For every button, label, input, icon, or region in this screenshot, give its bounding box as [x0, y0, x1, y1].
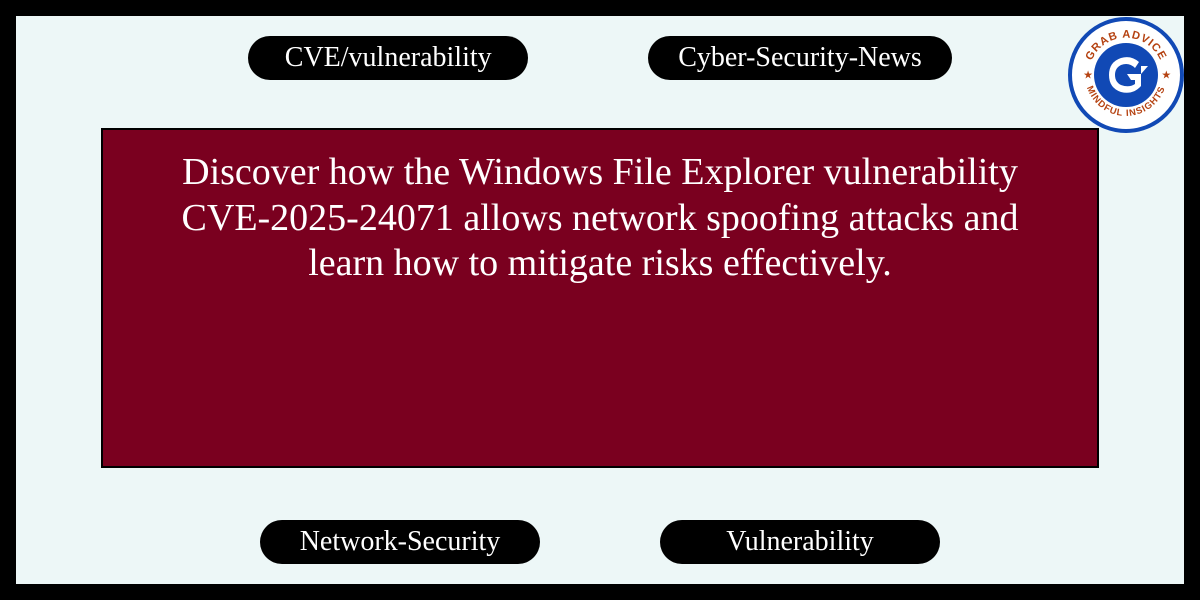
star-left-icon: ★: [1083, 70, 1093, 82]
tag-vulnerability[interactable]: Vulnerability: [660, 520, 940, 564]
logo-letter-icon: [1101, 50, 1151, 100]
tag-network-security[interactable]: Network-Security: [260, 520, 540, 564]
content-panel: Discover how the Windows File Explorer v…: [101, 128, 1099, 468]
tag-cve-vulnerability[interactable]: CVE/vulnerability: [248, 36, 528, 80]
logo-outer-ring: GRAB ADVICE MINDFUL INSIGHTS ★ ★: [1068, 17, 1184, 133]
bottom-tag-row: Network-Security Vulnerability: [16, 520, 1184, 564]
logo-inner-circle: [1094, 43, 1158, 107]
main-description: Discover how the Windows File Explorer v…: [143, 150, 1057, 287]
top-tag-row: CVE/vulnerability Cyber-Security-News: [16, 36, 1184, 80]
tag-cyber-security-news[interactable]: Cyber-Security-News: [648, 36, 952, 80]
main-frame: CVE/vulnerability Cyber-Security-News Di…: [16, 16, 1184, 584]
brand-logo: GRAB ADVICE MINDFUL INSIGHTS ★ ★: [1068, 17, 1184, 133]
star-right-icon: ★: [1161, 70, 1171, 82]
